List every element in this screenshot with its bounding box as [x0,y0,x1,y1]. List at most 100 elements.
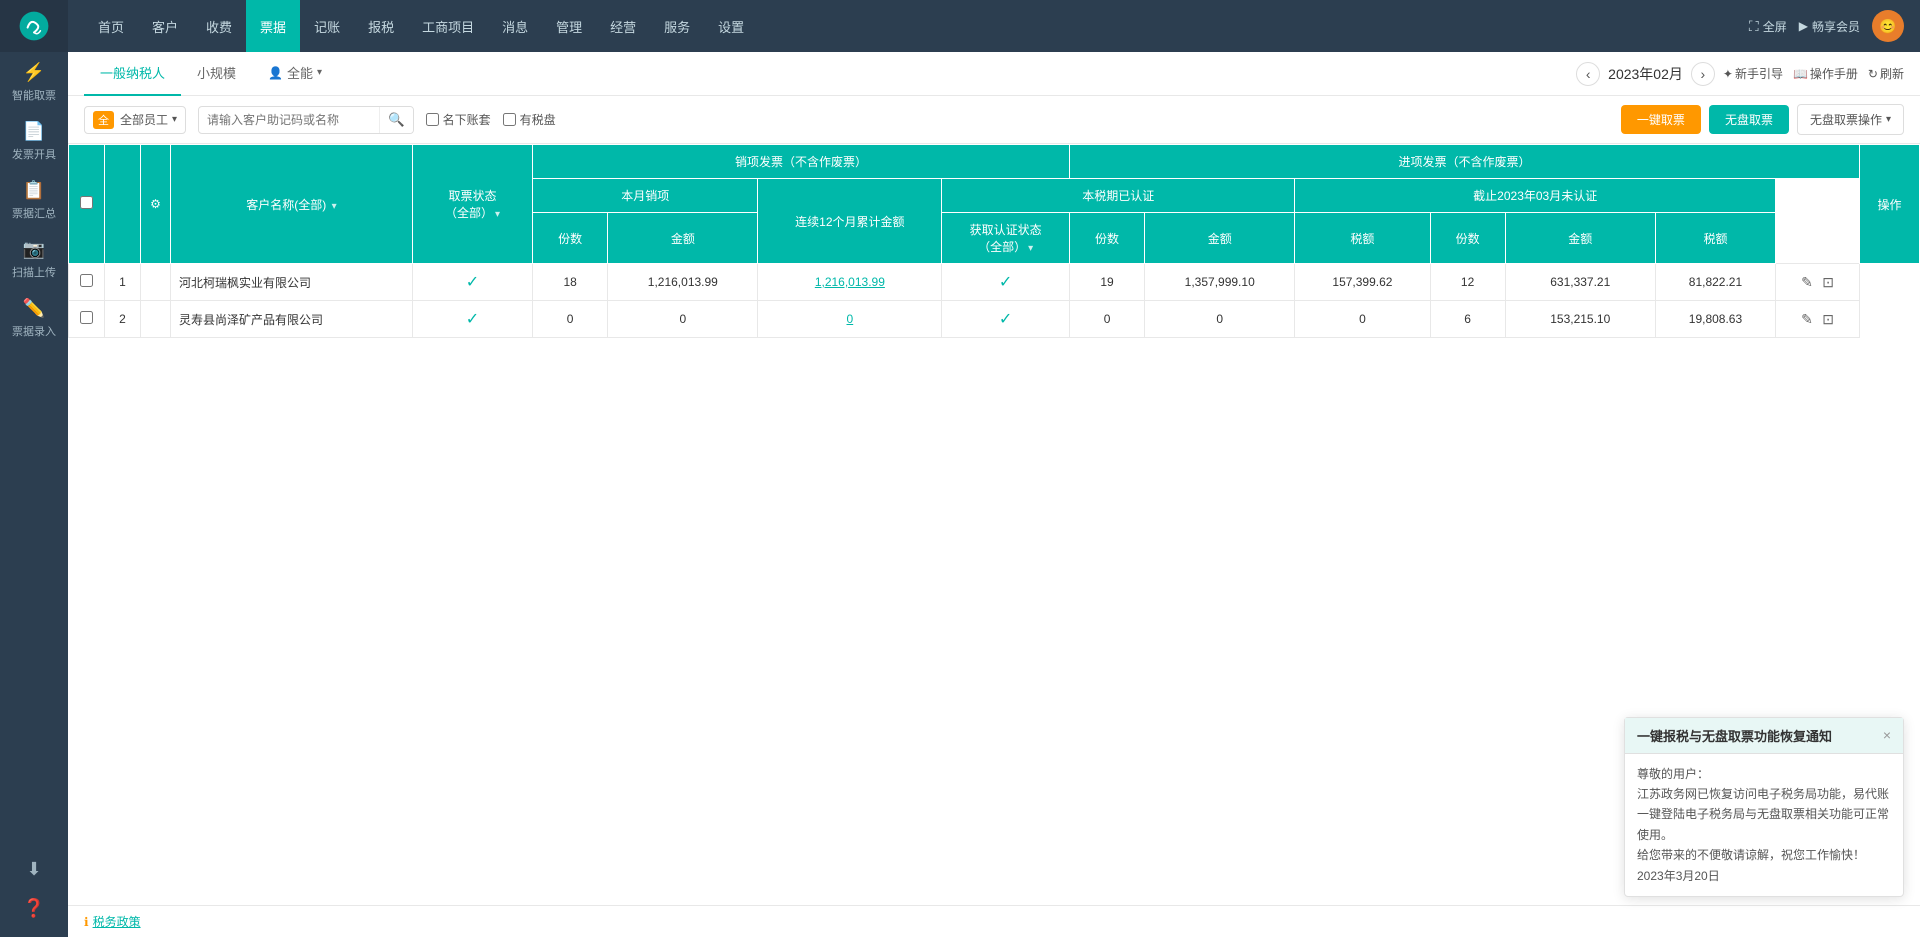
help-icon: ❓ [23,898,45,919]
row-certify-status: ✓ [942,264,1070,301]
row-checkbox[interactable] [80,311,93,324]
new-guide-btn[interactable]: ✦ 新手引导 [1723,65,1783,82]
checkbox-sub-text: 名下账套 [443,111,491,128]
filter-bar: 全 全部员工 ▾ 🔍 名下账套 有税盘 一键取票 无盘取票 无盘取票操作 [68,96,1920,144]
fullscreen-btn[interactable]: ⛶ 全屏 [1749,18,1787,35]
dropdown-icon: ▾ [172,114,177,125]
nav-item-settings[interactable]: 设置 [704,0,758,52]
row-settings [141,264,171,301]
row-fetch-status: ✓ [412,301,532,338]
row-uncertified-amount: 631,337.21 [1505,264,1655,301]
topbar-right: ⛶ 全屏 ▶ 畅享会员 😊 [1749,10,1904,42]
row-purchase-tax: 0 [1295,301,1430,338]
one-click-btn[interactable]: 一键取票 [1621,105,1701,134]
tab-date-nav: ‹ 2023年02月 › [1576,62,1715,86]
sidebar-item-smart-fetch[interactable]: ⚡ 智能取票 [0,52,68,111]
tab-small-scale[interactable]: 小规模 [181,52,252,96]
nav-item-business[interactable]: 工商项目 [408,0,488,52]
tab-general-taxpayer-label: 一般纳税人 [100,63,165,82]
manual-btn[interactable]: 📖 操作手册 [1793,65,1858,82]
row-action: ✎ ⊡ [1776,301,1860,338]
row-cumulative-12m: 1,216,013.99 [758,264,942,301]
row-sales-amount: 1,216,013.99 [608,264,758,301]
th-uncertified-amount: 金额 [1505,213,1655,264]
row-customer-name: 灵寿县尚泽矿产品有限公司 [171,301,413,338]
topbar-nav: 首页 客户 收费 票据 记账 报税 工商项目 消息 管理 经营 服务 设置 [84,0,1749,52]
download-icon: ⬇ [26,859,41,880]
row-sales-count: 18 [533,264,608,301]
sidebar-item-data-entry[interactable]: ✏️ 票据录入 [0,288,68,347]
nav-item-home[interactable]: 首页 [84,0,138,52]
row-fetch-status: ✓ [412,264,532,301]
th-checkbox [69,145,105,264]
search-wrap: 🔍 [198,106,414,134]
nav-item-operation[interactable]: 经营 [596,0,650,52]
chevron-down-icon: ▾ [317,67,322,78]
th-action: 操作 [1860,145,1920,264]
nav-item-customer[interactable]: 客户 [138,0,192,52]
checkbox-tax-label[interactable]: 有税盘 [503,111,556,128]
sidebar-item-scan-upload[interactable]: 📷 扫描上传 [0,229,68,288]
refresh-icon: ↻ [1868,67,1878,81]
smart-fetch-icon: ⚡ [23,62,45,83]
nav-item-accounting[interactable]: 记账 [300,0,354,52]
vip-btn[interactable]: ▶ 畅享会员 [1799,18,1860,35]
row-purchase-amount: 0 [1145,301,1295,338]
next-month-btn[interactable]: › [1691,62,1715,86]
guide-icon: ✦ [1723,67,1733,81]
sidebar-item-issue-invoice[interactable]: 📄 发票开具 [0,111,68,170]
no-disk-btn[interactable]: 无盘取票 [1709,105,1789,134]
sidebar-item-help[interactable]: ❓ [0,888,68,927]
checkbox-sub-label[interactable]: 名下账套 [426,111,491,128]
avatar[interactable]: 😊 [1872,10,1904,42]
search-button[interactable]: 🔍 [379,107,413,133]
cumulative-link[interactable]: 1,216,013.99 [815,275,885,289]
nav-item-tax[interactable]: 报税 [354,0,408,52]
nav-item-message[interactable]: 消息 [488,0,542,52]
th-until-mar-uncertified: 截止2023年03月未认证 [1295,179,1776,213]
nav-item-billing[interactable]: 收费 [192,0,246,52]
row-checkbox-cell [69,301,105,338]
employee-filter[interactable]: 全 全部员工 ▾ [84,106,186,134]
edit-icon[interactable]: ✎ [1801,311,1813,327]
edit-icon[interactable]: ✎ [1801,274,1813,290]
tab-right-actions: ✦ 新手引导 📖 操作手册 ↻ 刷新 [1723,65,1904,82]
topbar: 首页 客户 收费 票据 记账 报税 工商项目 消息 管理 经营 服务 设置 ⛶ … [68,0,1920,52]
sidebar-logo [0,0,68,52]
copy-icon[interactable]: ⊡ [1822,274,1834,290]
nav-item-invoice[interactable]: 票据 [246,0,300,52]
nav-item-manage[interactable]: 管理 [542,0,596,52]
select-all-checkbox[interactable] [80,196,93,209]
no-disk-ops-label: 无盘取票操作 [1810,111,1882,128]
row-checkbox[interactable] [80,274,93,287]
new-guide-label: 新手引导 [1735,65,1783,82]
sidebar-item-smart-fetch-label: 智能取票 [12,87,56,103]
employee-tag: 全 [93,111,114,129]
status-text[interactable]: 税务政策 [93,913,141,930]
checkbox-sub[interactable] [426,113,439,126]
row-checkbox-cell [69,264,105,301]
sidebar-item-invoice-summary[interactable]: 📋 票据汇总 [0,170,68,229]
th-purchase-invoice-group: 进项发票（不含作废票） [1069,145,1859,179]
search-input[interactable] [199,108,379,132]
prev-month-btn[interactable]: ‹ [1576,62,1600,86]
th-purchase-amount: 金额 [1145,213,1295,264]
checkbox-tax[interactable] [503,113,516,126]
sidebar-item-issue-invoice-label: 发票开具 [12,146,56,162]
notification-header: 一键报税与无盘取票功能恢复通知 × [1625,718,1903,754]
sidebar-item-data-entry-label: 票据录入 [12,323,56,339]
refresh-btn[interactable]: ↻ 刷新 [1868,65,1904,82]
no-disk-ops-btn[interactable]: 无盘取票操作 ▾ [1797,104,1904,135]
nav-item-service[interactable]: 服务 [650,0,704,52]
copy-icon[interactable]: ⊡ [1822,311,1834,327]
notification-close-btn[interactable]: × [1883,727,1891,743]
th-sales-amount: 金额 [608,213,758,264]
th-certify-status: 获取认证状态（全部）▾ [942,213,1070,264]
cumulative-link[interactable]: 0 [847,312,854,326]
sidebar-item-download[interactable]: ⬇ [0,849,68,888]
th-current-month-sales: 本月销项 [533,179,758,213]
th-current-period-certified: 本税期已认证 [942,179,1295,213]
tab-bar: 一般纳税人 小规模 👤 全能 ▾ ‹ 2023年02月 › ✦ 新手引导 [68,52,1920,96]
tab-general-taxpayer[interactable]: 一般纳税人 [84,52,181,96]
tab-all[interactable]: 👤 全能 ▾ [252,52,338,96]
